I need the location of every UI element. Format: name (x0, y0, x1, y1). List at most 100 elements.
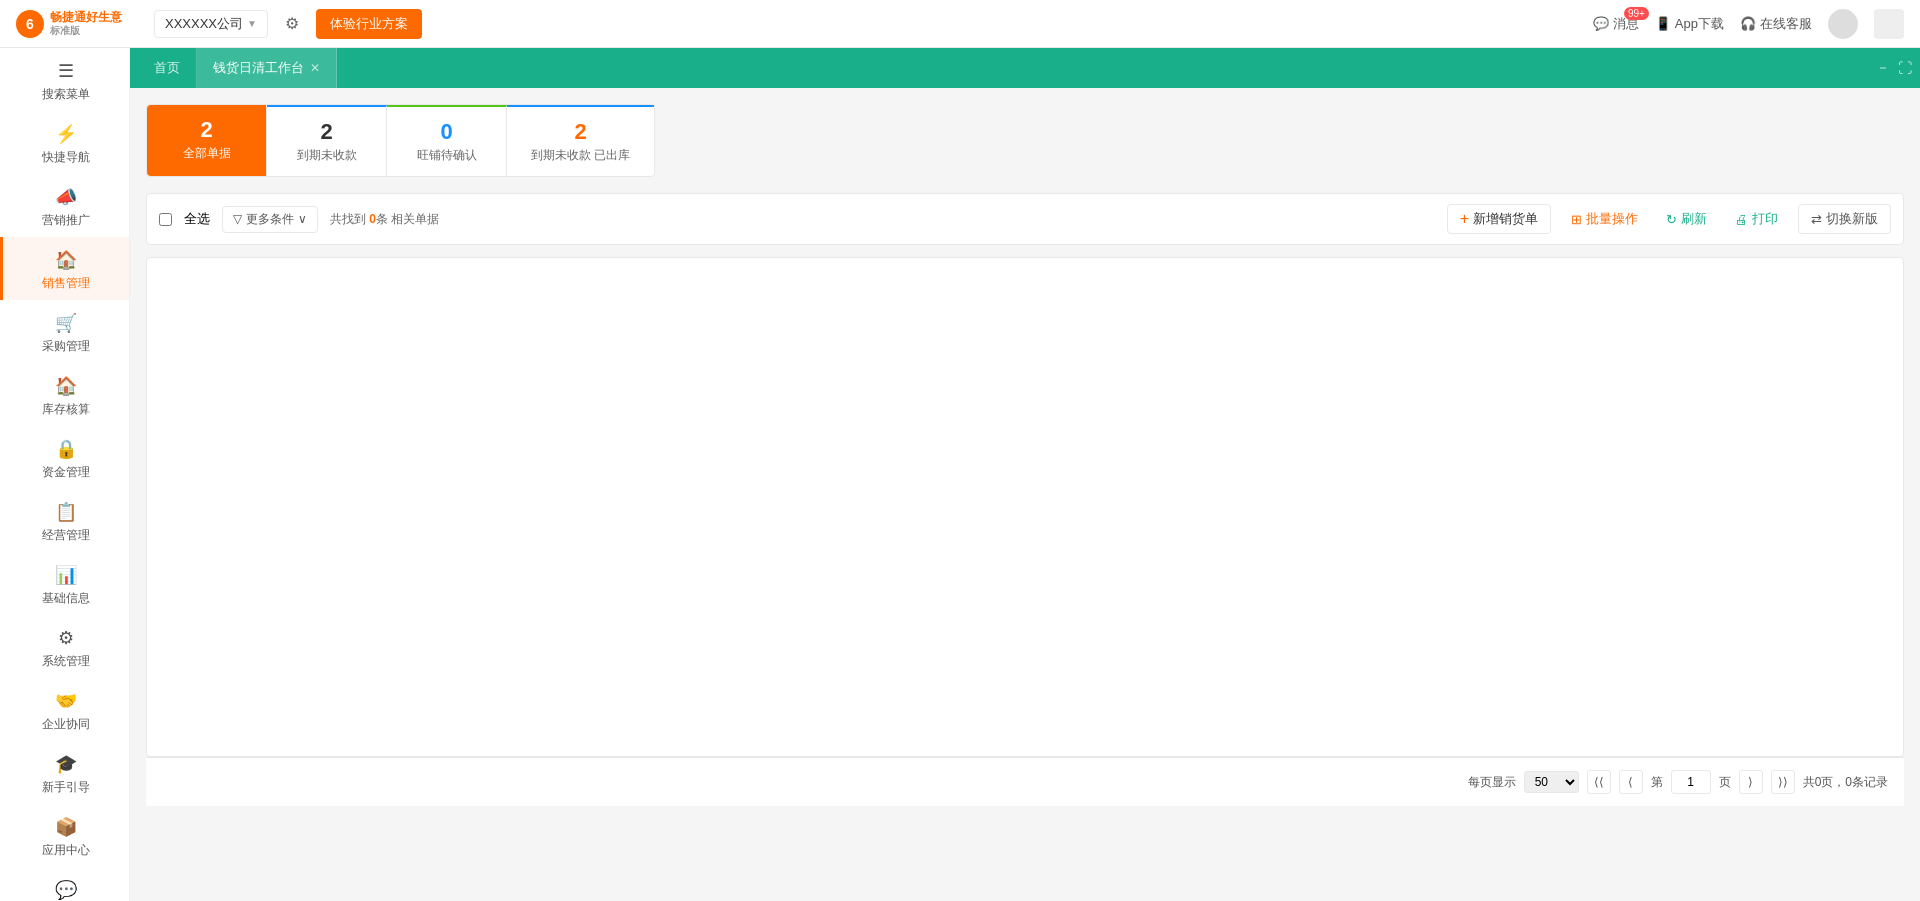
filter-button[interactable]: ▽ 更多条件 ∨ (222, 206, 318, 233)
found-text: 共找到 0条 相关单据 (330, 211, 439, 228)
wecom-icon: 💬 (55, 879, 77, 901)
header-right: 💬 消息 99+ 📱 App下载 🎧 在线客服 (1593, 9, 1904, 39)
sidebar-item-sales[interactable]: 🏠 销售管理 (0, 237, 129, 300)
stats-row: 2 全部单据 2 到期未收款 0 旺铺待确认 2 到期未收款 已出库 (146, 104, 655, 177)
sidebar-label-app-center: 应用中心 (42, 842, 90, 859)
tab-home[interactable]: 首页 (138, 48, 197, 88)
company-name: XXXXXX公司 (165, 15, 243, 33)
print-label: 打印 (1752, 210, 1778, 228)
sidebar-item-app-center[interactable]: 📦 应用中心 (0, 804, 129, 867)
sidebar-label-search-menu: 搜索菜单 (42, 86, 90, 103)
stat-card-all[interactable]: 2 全部单据 (147, 105, 267, 176)
chevron-down-icon: ▼ (247, 18, 257, 29)
plus-icon: + (1460, 210, 1469, 228)
tab-maximize-icon[interactable]: ⛶ (1898, 60, 1912, 76)
tab-close-icon[interactable]: ✕ (310, 61, 320, 75)
total-pages-label: 共0页，0条记录 (1803, 774, 1888, 791)
sidebar-item-cooperation[interactable]: 🤝 企业协同 (0, 678, 129, 741)
refresh-label: 刷新 (1681, 210, 1707, 228)
page-label: 第 (1651, 774, 1663, 791)
inventory-icon: 🏠 (55, 375, 77, 397)
quick-nav-icon: ⚡ (55, 123, 77, 145)
company-selector[interactable]: XXXXXX公司 ▼ (154, 10, 268, 38)
tab-bar-right: － ⛶ (1876, 59, 1912, 77)
tab-home-label: 首页 (154, 59, 180, 77)
sidebar-item-inventory[interactable]: 🏠 库存核算 (0, 363, 129, 426)
stat-num-pending: 0 (411, 119, 482, 145)
main-content: 2 全部单据 2 到期未收款 0 旺铺待确认 2 到期未收款 已出库 全选 ▽ … (130, 88, 1920, 901)
stat-card-overdue[interactable]: 2 到期未收款 (267, 105, 387, 176)
stat-label-all: 全部单据 (171, 145, 242, 162)
app-download-icon: 📱 (1655, 16, 1671, 31)
new-btn-label: 新增销货单 (1473, 210, 1538, 228)
per-page-select[interactable]: 50 100 (1524, 771, 1579, 793)
batch-label: 批量操作 (1586, 210, 1638, 228)
filter-icon: ▽ (233, 212, 242, 226)
tab-minimize-icon[interactable]: － (1876, 59, 1890, 77)
page-last-button[interactable]: ⟩⟩ (1771, 770, 1795, 794)
sidebar-item-marketing[interactable]: 📣 营销推广 (0, 174, 129, 237)
logo-text: 畅捷通好生意 标准版 (50, 10, 122, 36)
app-download-button[interactable]: 📱 App下载 (1655, 15, 1724, 33)
batch-operation-button[interactable]: ⊞ 批量操作 (1563, 206, 1646, 232)
sidebar-label-base-info: 基础信息 (42, 590, 90, 607)
top-header: 6 畅捷通好生意 标准版 XXXXXX公司 ▼ ⚙ 体验行业方案 💬 消息 99… (0, 0, 1920, 48)
switch-version-button[interactable]: ⇄ 切换新版 (1798, 204, 1891, 234)
system-icon: ⚙ (58, 627, 74, 649)
stat-label-shipped: 到期未收款 已出库 (531, 147, 630, 164)
stat-num-shipped: 2 (531, 119, 630, 145)
sidebar-label-inventory: 库存核算 (42, 401, 90, 418)
sidebar-label-cooperation: 企业协同 (42, 716, 90, 733)
sidebar-item-operations[interactable]: 📋 经营管理 (0, 489, 129, 552)
settings-button[interactable]: ⚙ (276, 8, 308, 40)
sidebar-label-system: 系统管理 (42, 653, 90, 670)
refresh-button[interactable]: ↻ 刷新 (1658, 206, 1715, 232)
page-number-input[interactable] (1671, 770, 1711, 794)
sidebar-item-wecom[interactable]: 💬 企业微信 (0, 867, 129, 901)
stat-card-shipped[interactable]: 2 到期未收款 已出库 (507, 105, 654, 176)
sidebar: ☰ 搜索菜单 ⚡ 快捷导航 📣 营销推广 🏠 销售管理 🛒 采购管理 🏠 库存核… (0, 48, 130, 901)
refresh-icon: ↻ (1666, 212, 1677, 227)
table-area (146, 257, 1904, 757)
tab-workbench[interactable]: 钱货日清工作台 ✕ (197, 48, 337, 88)
page-first-button[interactable]: ⟨⟨ (1587, 770, 1611, 794)
logo-sub-text: 标准版 (50, 25, 122, 37)
sidebar-item-system[interactable]: ⚙ 系统管理 (0, 615, 129, 678)
app-download-label: App下载 (1675, 15, 1724, 33)
logo-main-text: 畅捷通好生意 (50, 10, 122, 24)
sidebar-label-sales: 销售管理 (42, 275, 90, 292)
operations-icon: 📋 (55, 501, 77, 523)
filter-chevron-icon: ∨ (298, 212, 307, 226)
marketing-icon: 📣 (55, 186, 77, 208)
try-plan-button[interactable]: 体验行业方案 (316, 9, 422, 39)
new-sales-order-button[interactable]: + 新增销货单 (1447, 204, 1551, 234)
headset-icon: 🎧 (1740, 16, 1756, 31)
sidebar-label-guide: 新手引导 (42, 779, 90, 796)
stat-card-pending[interactable]: 0 旺铺待确认 (387, 105, 507, 176)
sidebar-item-finance[interactable]: 🔒 资金管理 (0, 426, 129, 489)
select-all-checkbox[interactable] (159, 213, 172, 226)
message-badge: 99+ (1624, 7, 1649, 20)
print-icon: 🖨 (1735, 212, 1748, 227)
sidebar-label-operations: 经营管理 (42, 527, 90, 544)
sidebar-label-finance: 资金管理 (42, 464, 90, 481)
sidebar-item-quick-nav[interactable]: ⚡ 快捷导航 (0, 111, 129, 174)
page-next-button[interactable]: ⟩ (1739, 770, 1763, 794)
sidebar-item-search-menu[interactable]: ☰ 搜索菜单 (0, 48, 129, 111)
sidebar-item-base-info[interactable]: 📊 基础信息 (0, 552, 129, 615)
online-service-button[interactable]: 🎧 在线客服 (1740, 15, 1812, 33)
print-button[interactable]: 🖨 打印 (1727, 206, 1786, 232)
per-page-label: 每页显示 (1468, 774, 1516, 791)
sidebar-item-purchase[interactable]: 🛒 采购管理 (0, 300, 129, 363)
tab-workbench-label: 钱货日清工作台 (213, 59, 304, 77)
sidebar-item-guide[interactable]: 🎓 新手引导 (0, 741, 129, 804)
message-button[interactable]: 💬 消息 99+ (1593, 15, 1639, 33)
stat-num-all: 2 (171, 117, 242, 143)
base-info-icon: 📊 (55, 564, 77, 586)
stat-label-pending: 旺铺待确认 (411, 147, 482, 164)
finance-icon: 🔒 (55, 438, 77, 460)
avatar[interactable] (1828, 9, 1858, 39)
page-prev-button[interactable]: ⟨ (1619, 770, 1643, 794)
toolbar: 全选 ▽ 更多条件 ∨ 共找到 0条 相关单据 + 新增销货单 ⊞ 批量操作 ↻… (146, 193, 1904, 245)
sidebar-label-marketing: 营销推广 (42, 212, 90, 229)
